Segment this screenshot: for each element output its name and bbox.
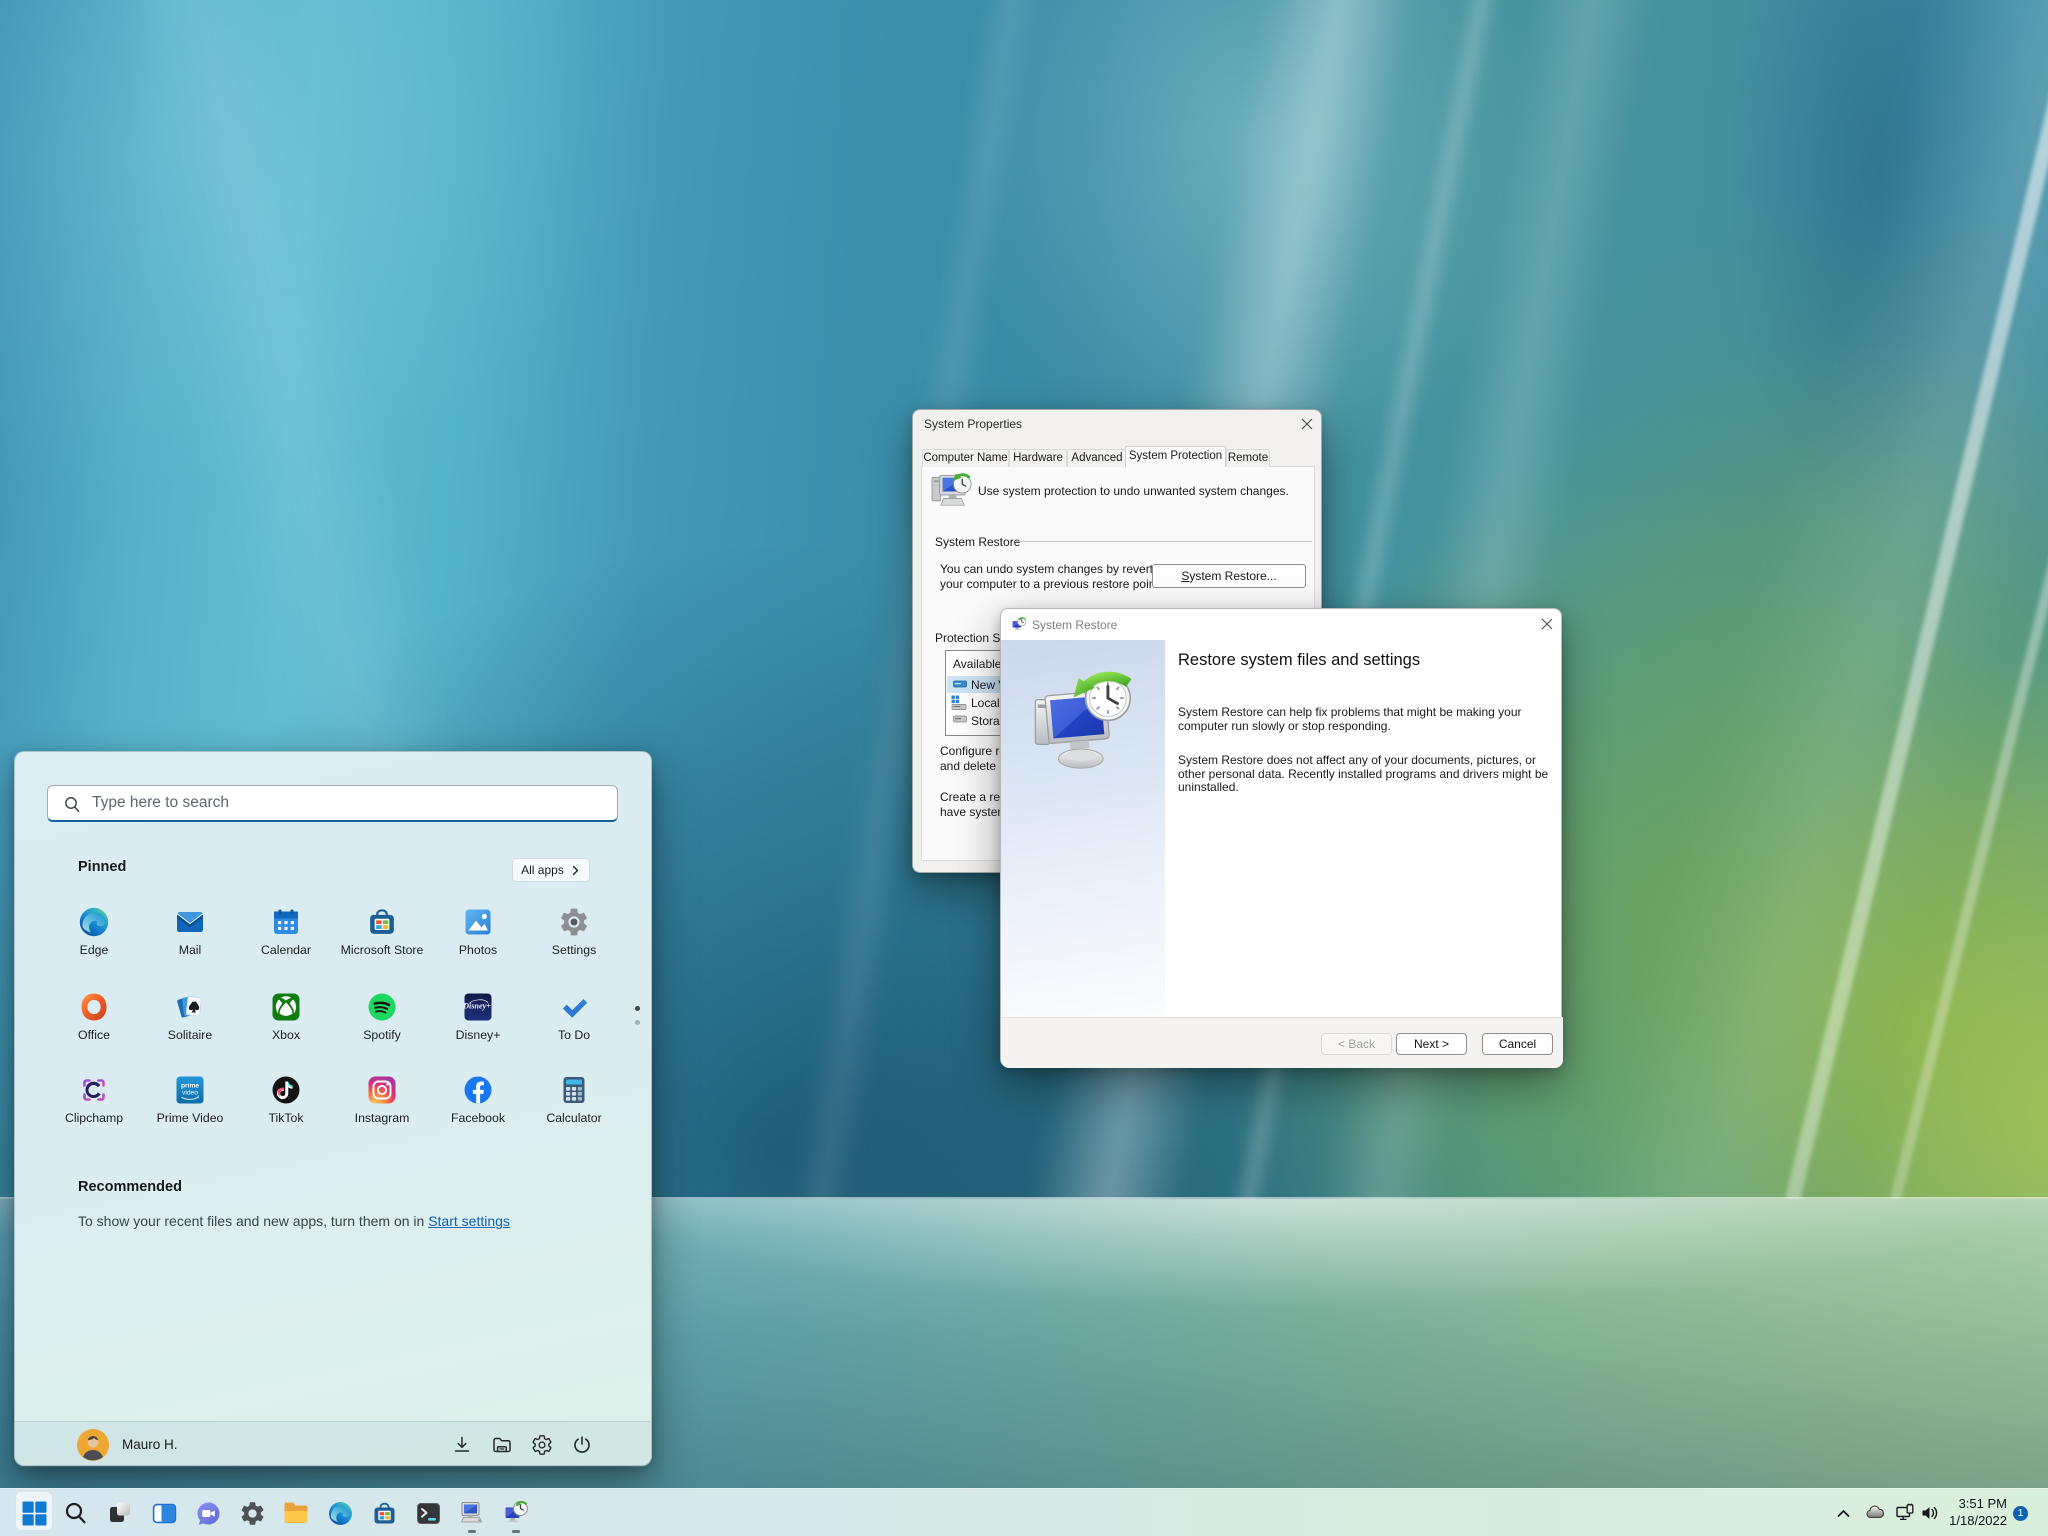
svg-text:Disney+: Disney+ xyxy=(462,1002,491,1011)
svg-text:prime: prime xyxy=(181,1083,199,1090)
svg-text:video: video xyxy=(182,1090,198,1097)
